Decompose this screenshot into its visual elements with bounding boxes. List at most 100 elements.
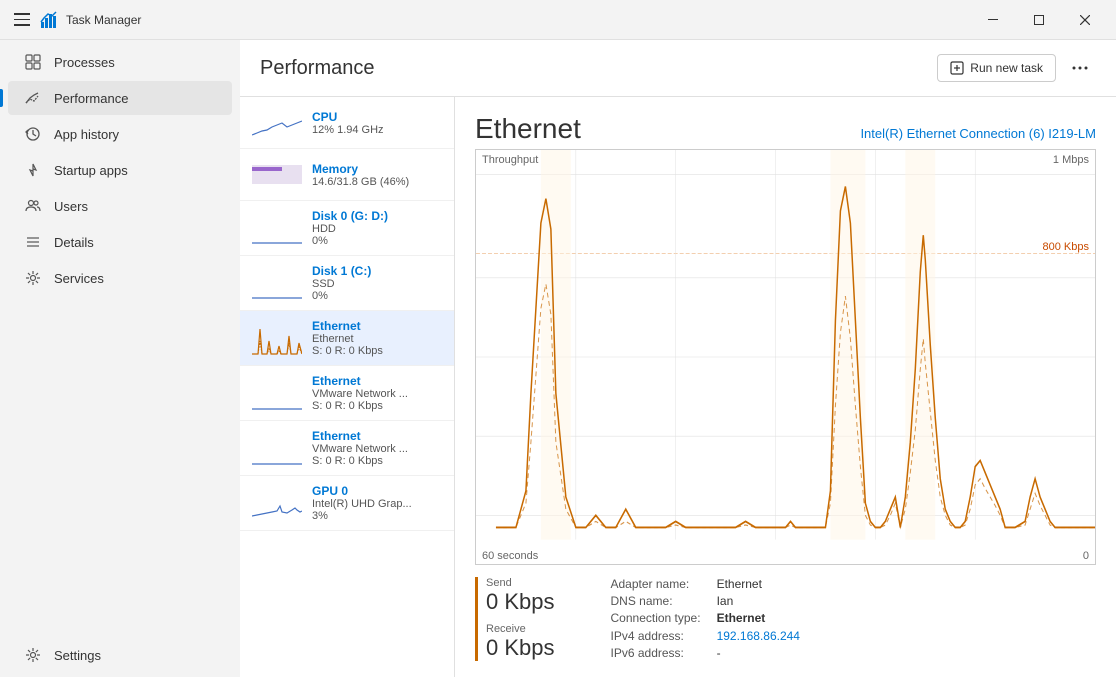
- list-item[interactable]: Ethernet VMware Network ... S: 0 R: 0 Kb…: [240, 366, 454, 421]
- resource-list: CPU 12% 1.94 GHz Memory 14.6/31.8 GB (46…: [240, 97, 455, 677]
- run-new-task-button[interactable]: Run new task: [937, 54, 1056, 82]
- send-block: Send 0 Kbps: [486, 577, 555, 615]
- sidebar-item-details[interactable]: Details: [8, 225, 232, 259]
- recv-block: Receive 0 Kbps: [486, 623, 555, 661]
- list-item[interactable]: Disk 0 (G: D:) HDD 0%: [240, 201, 454, 256]
- more-options-button[interactable]: [1064, 52, 1096, 84]
- disk0-sub: HDD: [312, 223, 442, 235]
- connection-type-value: Ethernet: [717, 611, 800, 626]
- disk0-mini-chart: [252, 211, 302, 246]
- sidebar: Processes Performance App history: [0, 40, 240, 677]
- cpu-sub: 12% 1.94 GHz: [312, 124, 442, 136]
- content-body: CPU 12% 1.94 GHz Memory 14.6/31.8 GB (46…: [240, 97, 1116, 677]
- bottom-stats: Send 0 Kbps Receive 0 Kbps: [475, 577, 1096, 661]
- sidebar-item-app-history[interactable]: App history: [8, 117, 232, 151]
- ethernet2-mini-chart: [252, 376, 302, 411]
- menu-button[interactable]: [8, 6, 36, 34]
- app-icon: [40, 10, 60, 30]
- ethernet2-info: Ethernet VMware Network ... S: 0 R: 0 Kb…: [312, 374, 442, 412]
- chart-label-60s: 60 seconds: [482, 550, 538, 562]
- gpu0-mini-chart: [252, 486, 302, 521]
- page-title: Performance: [260, 57, 375, 80]
- header-actions: Run new task: [937, 52, 1096, 84]
- detail-panel: Ethernet Intel(R) Ethernet Connection (6…: [455, 97, 1116, 677]
- ethernet3-sub: VMware Network ...: [312, 443, 442, 455]
- sidebar-item-users[interactable]: Users: [8, 189, 232, 223]
- list-item[interactable]: CPU 12% 1.94 GHz: [240, 97, 454, 149]
- cpu-info: CPU 12% 1.94 GHz: [312, 110, 442, 136]
- disk0-info: Disk 0 (G: D:) HDD 0%: [312, 209, 442, 247]
- ethernet3-info: Ethernet VMware Network ... S: 0 R: 0 Kb…: [312, 429, 442, 467]
- disk1-name: Disk 1 (C:): [312, 264, 442, 278]
- sidebar-item-startup-apps[interactable]: Startup apps: [8, 153, 232, 187]
- list-item[interactable]: Ethernet Ethernet S: 0 R: 0 Kbps: [240, 311, 454, 366]
- close-button[interactable]: [1062, 4, 1108, 36]
- new-task-icon: [950, 61, 964, 75]
- ethernet-mini-chart: [252, 321, 302, 356]
- sidebar-item-settings[interactable]: Settings: [8, 638, 232, 672]
- dns-name-label: DNS name:: [611, 594, 701, 609]
- detail-header: Ethernet Intel(R) Ethernet Connection (6…: [475, 113, 1096, 145]
- disk0-name: Disk 0 (G: D:): [312, 209, 442, 223]
- grid-icon: [24, 53, 42, 71]
- main-layout: Processes Performance App history: [0, 40, 1116, 677]
- ipv4-label: IPv4 address:: [611, 629, 701, 644]
- chart-label-max: 1 Mbps: [1053, 154, 1089, 166]
- sidebar-item-performance[interactable]: Performance: [8, 81, 232, 115]
- list-item[interactable]: Ethernet VMware Network ... S: 0 R: 0 Kb…: [240, 421, 454, 476]
- send-value: 0 Kbps: [486, 589, 555, 615]
- chart-label-0: 0: [1083, 550, 1089, 562]
- detail-subtitle: Intel(R) Ethernet Connection (6) I219-LM: [860, 126, 1096, 141]
- disk1-info: Disk 1 (C:) SSD 0%: [312, 264, 442, 302]
- sidebar-label-services: Services: [54, 271, 104, 286]
- gear-icon: [24, 646, 42, 664]
- gpu0-sub: Intel(R) UHD Grap...: [312, 498, 442, 510]
- adapter-name-label: Adapter name:: [611, 577, 701, 592]
- more-icon: [1072, 66, 1088, 70]
- ethernet3-mini-chart: [252, 431, 302, 466]
- adapter-name-value: Ethernet: [717, 577, 800, 592]
- sidebar-bottom: Settings: [0, 637, 240, 673]
- titlebar: Task Manager: [0, 0, 1116, 40]
- throughput-chart: Throughput 1 Mbps 800 Kbps 60 seconds 0: [475, 149, 1096, 565]
- ethernet3-name: Ethernet: [312, 429, 442, 443]
- ethernet-name: Ethernet: [312, 319, 442, 333]
- connection-info-table: Adapter name: Ethernet DNS name: Ian Con…: [611, 577, 800, 661]
- detail-title: Ethernet: [475, 113, 581, 145]
- connection-type-label: Connection type:: [611, 611, 701, 626]
- ipv6-value: -: [717, 646, 800, 661]
- list-item[interactable]: Memory 14.6/31.8 GB (46%): [240, 149, 454, 201]
- sidebar-item-services[interactable]: Services: [8, 261, 232, 295]
- ethernet2-name: Ethernet: [312, 374, 442, 388]
- sidebar-label-details: Details: [54, 235, 94, 250]
- list-item[interactable]: Disk 1 (C:) SSD 0%: [240, 256, 454, 311]
- list-item[interactable]: GPU 0 Intel(R) UHD Grap... 3%: [240, 476, 454, 531]
- content-area: Performance Run new task: [240, 40, 1116, 677]
- gpu0-name: GPU 0: [312, 484, 442, 498]
- chart-label-throughput: Throughput: [482, 154, 538, 166]
- ethernet3-stat: S: 0 R: 0 Kbps: [312, 455, 442, 467]
- chart-icon: [24, 89, 42, 107]
- sidebar-label-users: Users: [54, 199, 88, 214]
- sidebar-label-performance: Performance: [54, 91, 128, 106]
- gpu0-info: GPU 0 Intel(R) UHD Grap... 3%: [312, 484, 442, 522]
- ethernet-info: Ethernet Ethernet S: 0 R: 0 Kbps: [312, 319, 442, 357]
- dns-name-value: Ian: [717, 594, 800, 609]
- maximize-button[interactable]: [1016, 4, 1062, 36]
- memory-mini-chart: [252, 157, 302, 192]
- recv-label: Receive: [486, 623, 555, 635]
- memory-info: Memory 14.6/31.8 GB (46%): [312, 162, 442, 188]
- startup-icon: [24, 161, 42, 179]
- history-icon: [24, 125, 42, 143]
- app-title: Task Manager: [66, 13, 141, 27]
- disk1-stat: 0%: [312, 290, 442, 302]
- sidebar-label-app-history: App history: [54, 127, 119, 142]
- ipv6-label: IPv6 address:: [611, 646, 701, 661]
- minimize-button[interactable]: [970, 4, 1016, 36]
- sidebar-item-processes[interactable]: Processes: [8, 45, 232, 79]
- services-icon: [24, 269, 42, 287]
- disk1-mini-chart: [252, 266, 302, 301]
- ethernet-stat: S: 0 R: 0 Kbps: [312, 345, 442, 357]
- details-icon: [24, 233, 42, 251]
- gpu0-stat: 3%: [312, 510, 442, 522]
